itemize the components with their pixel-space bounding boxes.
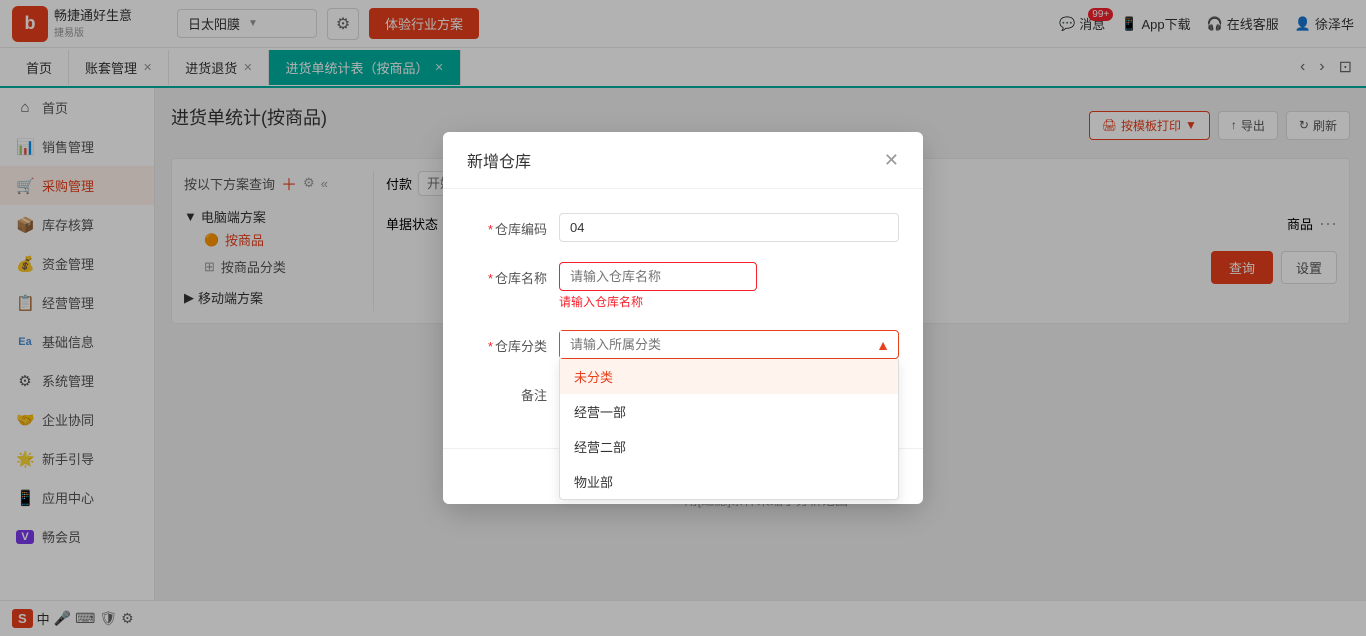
- category-input-row: ▲: [559, 330, 899, 359]
- warehouse-code-input[interactable]: [559, 213, 899, 242]
- category-option-dept2[interactable]: 经营二部: [560, 429, 898, 464]
- add-warehouse-modal: 新增仓库 ✕ *仓库编码 *仓库名称 请输入仓库名称: [443, 132, 923, 504]
- category-dropdown-list: 未分类 经营一部 经营二部 物业部: [559, 359, 899, 500]
- category-label: *仓库分类: [467, 330, 547, 355]
- category-input[interactable]: [560, 331, 868, 358]
- code-label: *仓库编码: [467, 213, 547, 238]
- form-item-name: *仓库名称 请输入仓库名称: [467, 262, 899, 310]
- category-option-uncategorized[interactable]: 未分类: [560, 359, 898, 394]
- category-option-dept1[interactable]: 经营一部: [560, 394, 898, 429]
- modal-close-button[interactable]: ✕: [884, 150, 899, 171]
- modal-title: 新增仓库: [467, 148, 531, 172]
- category-dropdown-wrap: ▲ 未分类 经营一部 经营二部 物业部: [559, 330, 899, 359]
- name-error-msg: 请输入仓库名称: [559, 293, 899, 310]
- form-item-category: *仓库分类 ▲ 未分类 经营一部 经营二部 物业部: [467, 330, 899, 359]
- warehouse-name-input[interactable]: [559, 262, 757, 291]
- modal-overlay[interactable]: 新增仓库 ✕ *仓库编码 *仓库名称 请输入仓库名称: [0, 0, 1366, 636]
- modal-body: *仓库编码 *仓库名称 请输入仓库名称 *仓库分类: [443, 189, 923, 448]
- remark-label: 备注: [467, 379, 547, 404]
- form-item-code: *仓库编码: [467, 213, 899, 242]
- name-label: *仓库名称: [467, 262, 547, 287]
- category-option-property[interactable]: 物业部: [560, 464, 898, 499]
- name-field-wrap: 请输入仓库名称: [559, 262, 899, 310]
- category-dropdown-toggle[interactable]: ▲: [868, 333, 898, 357]
- modal-header: 新增仓库 ✕: [443, 132, 923, 189]
